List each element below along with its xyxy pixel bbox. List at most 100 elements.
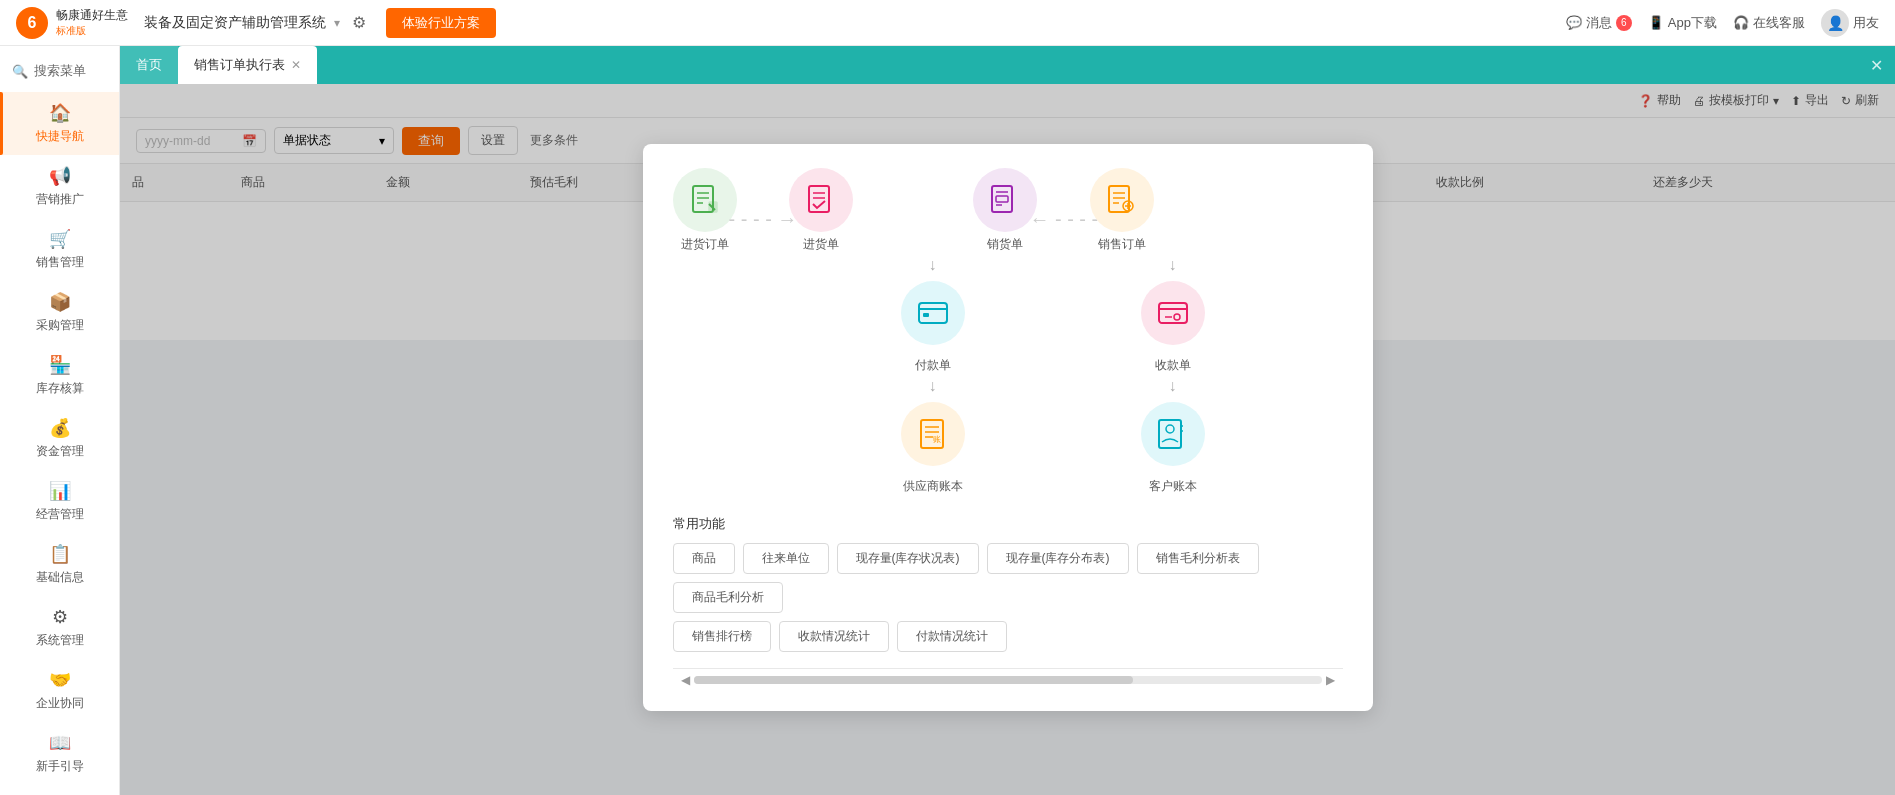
svg-rect-12 xyxy=(1109,186,1129,212)
header-right: 💬 消息 6 📱 App下载 🎧 在线客服 👤 用友 xyxy=(1566,9,1879,37)
svg-rect-4 xyxy=(709,202,717,212)
svg-rect-5 xyxy=(809,186,829,212)
flow-col-customer: ↓ 客户账本 xyxy=(1113,378,1233,495)
receipt-label: 收款单 xyxy=(1155,357,1191,374)
inventory-icon: 🏪 xyxy=(49,354,71,376)
logo-area: 6 畅康通好生意 标准版 xyxy=(16,7,136,39)
flow-col-supplier: ↓ 账 供应商账本 xyxy=(873,378,993,495)
sidebar-item-purchase[interactable]: 📦 采购管理 xyxy=(0,281,119,344)
arrow-so-to-sb: ← - - - - xyxy=(1029,208,1098,231)
sidebar-item-guide[interactable]: 📖 新手引导 xyxy=(0,722,119,785)
svg-rect-19 xyxy=(919,303,947,323)
experience-button[interactable]: 体验行业方案 xyxy=(386,8,496,38)
system-icon: ⚙ xyxy=(52,606,68,628)
cf-btn-sales-profit-analysis[interactable]: 销售毛利分析表 xyxy=(1137,543,1259,574)
sidebar-item-finance[interactable]: 💰 资金管理 xyxy=(0,407,119,470)
scroll-left-btn[interactable]: ◀ xyxy=(681,673,690,687)
search-icon: 🔍 xyxy=(12,64,28,79)
sales-order-label: 销售订单 xyxy=(1098,236,1146,253)
enterprise-icon: 🤝 xyxy=(49,669,71,691)
tab-close-right[interactable]: ✕ xyxy=(1870,56,1883,75)
scroll-track[interactable] xyxy=(694,676,1322,684)
operations-icon: 📊 xyxy=(49,480,71,502)
flow-node-purchase-bill[interactable]: 进货单 xyxy=(789,168,853,253)
cf-btn-counterparty[interactable]: 往来单位 xyxy=(743,543,829,574)
tab-sales-order-exec[interactable]: 销售订单执行表 ✕ xyxy=(178,46,317,84)
message-button[interactable]: 💬 消息 6 xyxy=(1566,14,1632,32)
quick-nav-icon: 🏠 xyxy=(49,102,71,124)
payment-icon[interactable] xyxy=(901,281,965,345)
service-icon: 🎧 xyxy=(1733,15,1749,30)
cf-btn-inventory-dist[interactable]: 现存量(库存分布表) xyxy=(987,543,1129,574)
sidebar-item-operations[interactable]: 📊 经营管理 xyxy=(0,470,119,533)
dropdown-icon[interactable]: ▾ xyxy=(334,16,340,30)
guide-icon: 📖 xyxy=(49,732,71,754)
svg-rect-31 xyxy=(1159,420,1181,448)
purchase-order-icon xyxy=(673,168,737,232)
tab-bar: 首页 销售订单执行表 ✕ ✕ xyxy=(120,46,1895,84)
message-badge: 6 xyxy=(1616,15,1632,31)
sidebar-item-enterprise[interactable]: 🤝 企业协同 xyxy=(0,659,119,722)
settings-icon[interactable]: ⚙ xyxy=(352,13,366,32)
sidebar-item-system[interactable]: ⚙ 系统管理 xyxy=(0,596,119,659)
cf-btn-payment-stats[interactable]: 付款情况统计 xyxy=(897,621,1007,652)
purchase-bill-label: 进货单 xyxy=(803,236,839,253)
cf-btn-product[interactable]: 商品 xyxy=(673,543,735,574)
sales-bill-icon xyxy=(973,168,1037,232)
tab-home[interactable]: 首页 xyxy=(120,46,178,84)
cf-btn-sales-ranking[interactable]: 销售排行榜 xyxy=(673,621,771,652)
arrow-receipt-down: ↓ xyxy=(1169,378,1177,394)
svg-point-24 xyxy=(1174,314,1180,320)
scroll-right-btn[interactable]: ▶ xyxy=(1326,673,1335,687)
scroll-thumb xyxy=(694,676,1134,684)
sidebar-item-quick-nav[interactable]: 🏠 快捷导航 xyxy=(0,92,119,155)
cf-btn-inventory-status[interactable]: 现存量(库存状况表) xyxy=(837,543,979,574)
sidebar-item-basic-info[interactable]: 📋 基础信息 xyxy=(0,533,119,596)
user-avatar: 👤 xyxy=(1821,9,1849,37)
quick-modal: 进货订单 - - - - → 进货单 xyxy=(643,144,1373,711)
arrow-pb-down: ↓ xyxy=(929,257,937,273)
scroll-bar-area: ◀ ▶ xyxy=(673,668,1343,691)
customer-ledger-icon[interactable] xyxy=(1141,402,1205,466)
svg-rect-8 xyxy=(992,186,1012,212)
flow-node-purchase-order[interactable]: 进货订单 xyxy=(673,168,737,253)
flow-node-sales-order[interactable]: 销售订单 xyxy=(1090,168,1154,253)
arrow-payment-down: ↓ xyxy=(929,378,937,394)
flow-node-sales-bill[interactable]: 销货单 xyxy=(973,168,1037,253)
flow-col-payment: ↓ 付款单 xyxy=(873,257,993,374)
supplier-ledger-label: 供应商账本 xyxy=(903,478,963,495)
sales-icon: 🛒 xyxy=(49,228,71,250)
cf-btn-receipt-stats[interactable]: 收款情况统计 xyxy=(779,621,889,652)
cf-buttons-row2: 销售排行榜 收款情况统计 付款情况统计 xyxy=(673,621,1343,652)
system-title: 装备及固定资产辅助管理系统 xyxy=(144,14,326,32)
arrow-po-to-pb: - - - - → xyxy=(729,208,798,231)
search-menu[interactable]: 🔍 搜索菜单 xyxy=(0,54,119,88)
message-icon: 💬 xyxy=(1566,15,1582,30)
payment-label: 付款单 xyxy=(915,357,951,374)
app-body: 🔍 搜索菜单 🏠 快捷导航 📢 营销推广 🛒 销售管理 📦 采购管理 🏪 库存核… xyxy=(0,46,1895,795)
sales-bill-label: 销货单 xyxy=(987,236,1023,253)
logo-text: 畅康通好生意 标准版 xyxy=(56,8,128,37)
svg-rect-21 xyxy=(923,313,929,317)
marketing-icon: 📢 xyxy=(49,165,71,187)
finance-icon: 💰 xyxy=(49,417,71,439)
tab-close-icon[interactable]: ✕ xyxy=(291,58,301,72)
sidebar-item-inventory[interactable]: 🏪 库存核算 xyxy=(0,344,119,407)
system-title-area: 装备及固定资产辅助管理系统 ▾ ⚙ 体验行业方案 xyxy=(144,8,1566,38)
svg-rect-22 xyxy=(1159,303,1187,323)
cf-btn-product-profit-analysis[interactable]: 商品毛利分析 xyxy=(673,582,783,613)
logo-icon: 6 xyxy=(16,7,48,39)
svg-rect-10 xyxy=(996,196,1008,202)
receipt-icon[interactable] xyxy=(1141,281,1205,345)
user-menu[interactable]: 👤 用友 xyxy=(1821,9,1879,37)
sidebar-item-sales[interactable]: 🛒 销售管理 xyxy=(0,218,119,281)
cf-buttons-row1: 商品 往来单位 现存量(库存状况表) 现存量(库存分布表) 销售毛利分析表 商品… xyxy=(673,543,1343,613)
top-header: 6 畅康通好生意 标准版 装备及固定资产辅助管理系统 ▾ ⚙ 体验行业方案 💬 … xyxy=(0,0,1895,46)
svg-text:账: 账 xyxy=(933,435,941,444)
sidebar: 🔍 搜索菜单 🏠 快捷导航 📢 营销推广 🛒 销售管理 📦 采购管理 🏪 库存核… xyxy=(0,46,120,795)
online-service-button[interactable]: 🎧 在线客服 xyxy=(1733,14,1805,32)
customer-ledger-label: 客户账本 xyxy=(1149,478,1197,495)
sidebar-item-marketing[interactable]: 📢 营销推广 xyxy=(0,155,119,218)
app-download-button[interactable]: 📱 App下载 xyxy=(1648,14,1717,32)
supplier-ledger-icon[interactable]: 账 xyxy=(901,402,965,466)
